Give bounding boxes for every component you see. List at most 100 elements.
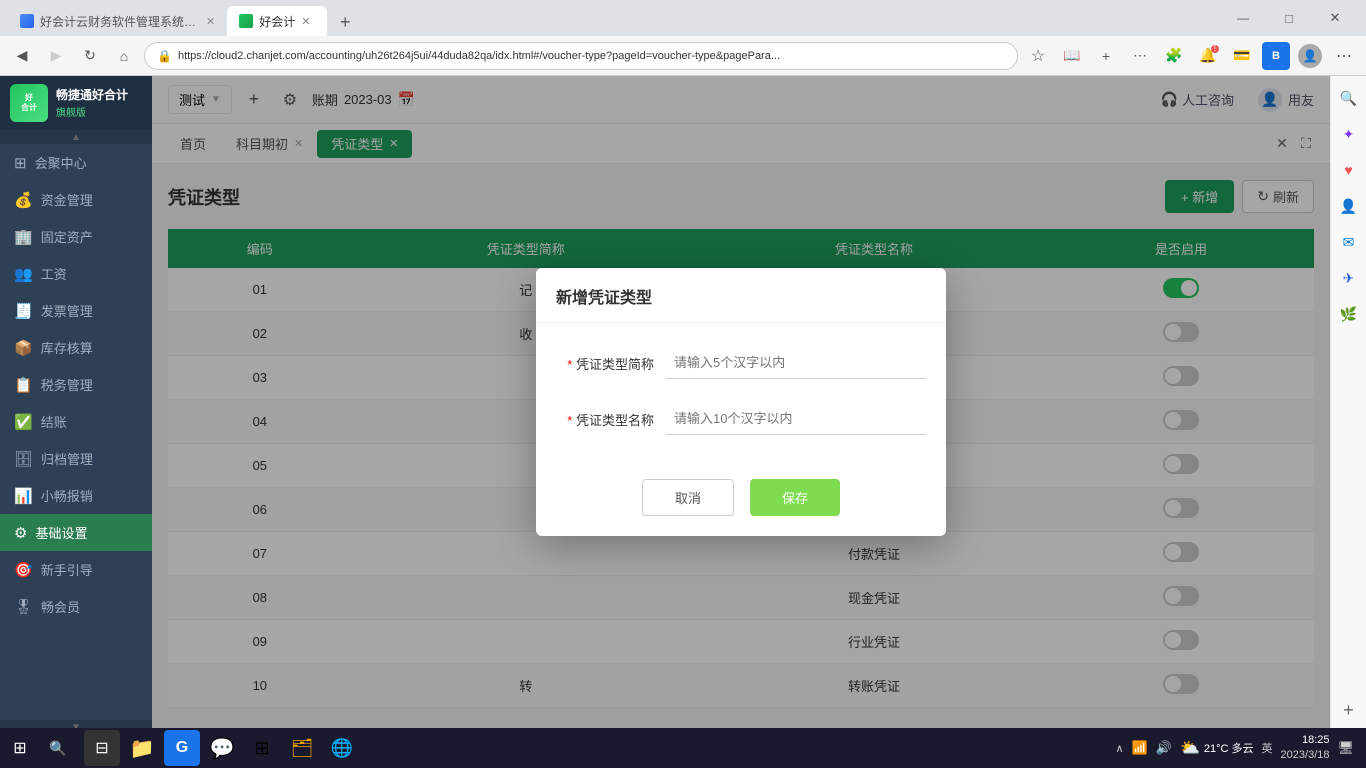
sidebar-item-closing[interactable]: ✅ 结账 — [0, 403, 152, 440]
sidebar-item-assets[interactable]: 🏢 固定资产 — [0, 218, 152, 255]
abbr-form-row: * 凭证类型简称 — [556, 347, 926, 379]
favorites-button[interactable]: ☆ — [1024, 42, 1052, 70]
sidebar-item-dashboard[interactable]: ⊞ 会聚中心 — [0, 144, 152, 181]
taskbar-search-button[interactable]: 🔍 — [40, 730, 76, 766]
sidebar-item-tax[interactable]: 📋 税务管理 — [0, 366, 152, 403]
reading-mode-button[interactable]: 📖 — [1058, 42, 1086, 70]
volume-icon[interactable]: 🔊 — [1156, 740, 1172, 756]
save-button[interactable]: 保存 — [750, 479, 840, 516]
back-button[interactable]: ◀ — [8, 42, 36, 70]
win-close[interactable]: ✕ — [1312, 0, 1358, 36]
sidebar-item-salary[interactable]: 👥 工资 — [0, 255, 152, 292]
weather-icon: ⛅ — [1180, 738, 1200, 758]
tax-icon: 📋 — [14, 376, 33, 394]
sidebar-item-label: 税务管理 — [41, 375, 93, 394]
taskbar-app-explorer[interactable]: 📁 — [124, 730, 160, 766]
right-outlook-button[interactable]: ✉ — [1335, 228, 1363, 256]
time-display: 18:25 — [1281, 733, 1330, 748]
sidebar-item-invoice[interactable]: 🧾 发票管理 — [0, 292, 152, 329]
browser-titlebar: 好会计云财务软件管理系统_会计 ✕ 好会计 ✕ + — □ ✕ — [0, 0, 1366, 36]
report-icon: 📊 — [14, 487, 33, 505]
lock-icon: 🔒 — [157, 49, 172, 63]
bing-button[interactable]: B — [1262, 42, 1290, 70]
reload-button[interactable]: ↻ — [76, 42, 104, 70]
sidebar-item-settings[interactable]: ⚙ 基础设置 — [0, 514, 152, 551]
network-icon[interactable]: 📶 — [1132, 740, 1148, 756]
sidebar-item-archive[interactable]: 🗄 归档管理 — [0, 440, 152, 477]
taskbar-app-chrome[interactable]: G — [164, 730, 200, 766]
right-user-button[interactable]: 👤 — [1335, 192, 1363, 220]
address-bar: ◀ ▶ ↻ ⌂ 🔒 https://cloud2.chanjet.com/acc… — [0, 36, 1366, 76]
taskbar-app-multitask[interactable]: ⊟ — [84, 730, 120, 766]
guide-icon: 🎯 — [14, 561, 33, 579]
sidebar-item-label: 会聚中心 — [35, 153, 87, 172]
sidebar-item-label: 固定资产 — [41, 227, 93, 246]
dialog-footer: 取消 保存 — [536, 467, 946, 536]
sidebar-item-guide[interactable]: 🎯 新手引导 — [0, 551, 152, 588]
sidebar-item-label: 归档管理 — [41, 449, 93, 468]
right-feather-button[interactable]: ✈ — [1335, 264, 1363, 292]
right-search-button[interactable]: 🔍 — [1335, 84, 1363, 112]
taskbar-app-folder[interactable]: 🗂 — [284, 730, 320, 766]
right-add-button[interactable]: + — [1335, 696, 1363, 724]
add-to-collections[interactable]: + — [1092, 42, 1120, 70]
right-ai-button[interactable]: ✦ — [1335, 120, 1363, 148]
user-profile-button[interactable]: 👤 — [1296, 42, 1324, 70]
sidebar-item-inventory[interactable]: 📦 库存核算 — [0, 329, 152, 366]
clock[interactable]: 18:25 2023/3/18 — [1281, 733, 1330, 764]
cancel-button[interactable]: 取消 — [642, 479, 734, 516]
address-text: https://cloud2.chanjet.com/accounting/uh… — [178, 50, 1005, 62]
extensions-button[interactable]: 🧩 — [1160, 42, 1188, 70]
forward-button[interactable]: ▶ — [42, 42, 70, 70]
dialog-title: 新增凭证类型 — [556, 290, 652, 307]
right-green-button[interactable]: 🌿 — [1335, 300, 1363, 328]
sidebar-item-label: 小畅报销 — [41, 486, 93, 505]
taskbar-system: ∧ 📶 🔊 ⛅ 21°C 多云 英 18:25 2023/3/18 🖥 — [1116, 733, 1366, 764]
sidebar-item-member[interactable]: 🎖 畅会员 — [0, 588, 152, 625]
tab2-close[interactable]: ✕ — [301, 15, 310, 28]
notification-center-button[interactable]: 🖥 — [1337, 740, 1354, 756]
taskbar-app-wechat[interactable]: 💬 — [204, 730, 240, 766]
name-label: * 凭证类型名称 — [556, 410, 666, 429]
start-button[interactable]: ⊞ — [0, 728, 40, 768]
building-icon: 🏢 — [14, 228, 33, 246]
sidebar-item-label: 库存核算 — [41, 338, 93, 357]
browser-settings[interactable]: ⋯ — [1126, 42, 1154, 70]
people-icon: 👥 — [14, 265, 33, 283]
sidebar-header[interactable]: 好合计 畅捷通好合计 旗舰版 — [0, 76, 152, 130]
taskbar-app-windows[interactable]: ⊞ — [244, 730, 280, 766]
win-minimize[interactable]: — — [1220, 0, 1266, 36]
right-bookmark-button[interactable]: ♥ — [1335, 156, 1363, 184]
tab2-title: 好会计 — [259, 13, 295, 30]
sidebar-item-report[interactable]: 📊 小畅报销 — [0, 477, 152, 514]
sidebar-item-label: 基础设置 — [35, 523, 87, 542]
language-indicator[interactable]: 英 — [1262, 740, 1273, 756]
taskbar-arrow[interactable]: ∧ — [1116, 742, 1124, 755]
win-maximize[interactable]: □ — [1266, 0, 1312, 36]
browser-menu-button[interactable]: ⋯ — [1330, 42, 1358, 70]
tab2[interactable]: 好会计 ✕ — [227, 6, 327, 36]
weather-text: 21°C 多云 — [1204, 740, 1254, 756]
address-field[interactable]: 🔒 https://cloud2.chanjet.com/accounting/… — [144, 42, 1018, 70]
name-input[interactable] — [666, 403, 926, 435]
new-tab-button[interactable]: + — [331, 8, 359, 36]
tab2-favicon — [239, 14, 253, 28]
taskbar-app-edge[interactable]: 🌐 — [324, 730, 360, 766]
dialog-header: 新增凭证类型 — [536, 268, 946, 323]
weather-display[interactable]: ⛅ 21°C 多云 — [1180, 738, 1254, 758]
home-button[interactable]: ⌂ — [110, 42, 138, 70]
receipt-icon: 🧾 — [14, 302, 33, 320]
tab1-close[interactable]: ✕ — [206, 15, 215, 28]
tab1[interactable]: 好会计云财务软件管理系统_会计 ✕ — [8, 6, 227, 36]
member-icon: 🎖 — [14, 598, 33, 616]
sidebar-item-funds[interactable]: 💰 资金管理 — [0, 181, 152, 218]
sidebar: 好合计 畅捷通好合计 旗舰版 ▲ ⊞ 会聚中心 💰 资金管理 — [0, 76, 152, 768]
abbr-input[interactable] — [666, 347, 926, 379]
wallet-button[interactable]: 💳 — [1228, 42, 1256, 70]
sidebar-nav: ⊞ 会聚中心 💰 资金管理 🏢 固定资产 👥 工资 🧾 发票管理 — [0, 144, 152, 720]
scroll-up-indicator[interactable]: ▲ — [0, 130, 152, 144]
taskbar: ⊞ 🔍 ⊟ 📁 G 💬 ⊞ 🗂 🌐 ∧ 📶 🔊 ⛅ 21°C 多云 英 18:2… — [0, 728, 1366, 768]
tab1-favicon — [20, 14, 34, 28]
notifications-button[interactable]: 🔔 ! — [1194, 42, 1222, 70]
abbr-label: * 凭证类型简称 — [556, 354, 666, 373]
